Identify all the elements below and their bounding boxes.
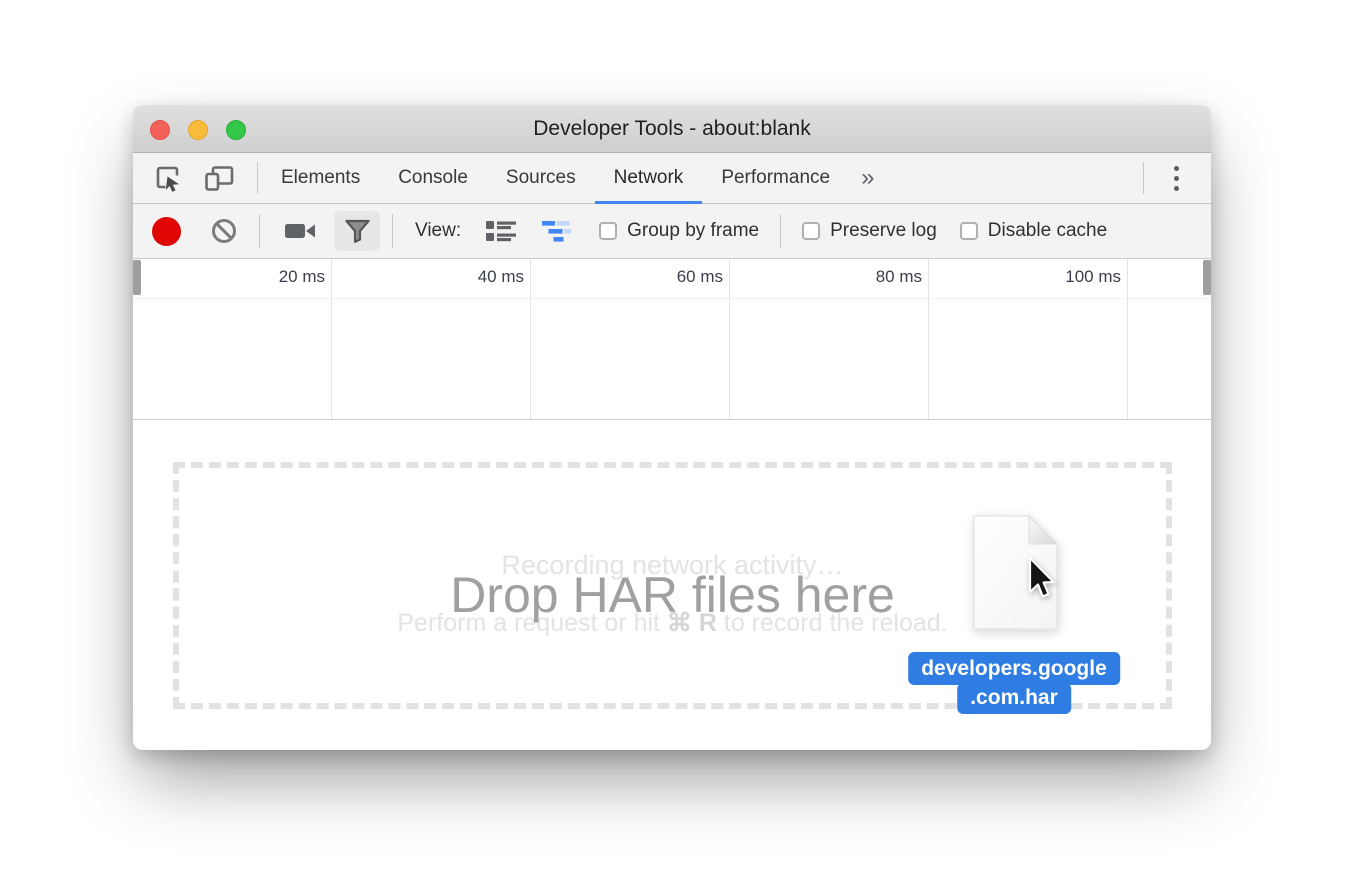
toolbar-divider-1 <box>259 214 260 248</box>
timeline-gridline <box>729 259 730 419</box>
disable-cache-checkbox[interactable] <box>960 222 978 240</box>
tab-sources[interactable]: Sources <box>487 153 595 203</box>
timeline-tick-40ms: 40 ms <box>444 267 524 287</box>
toolbar-divider-3 <box>780 214 781 248</box>
minimize-window-button[interactable] <box>188 120 208 140</box>
dragged-file-label: developers.google .com.har <box>908 652 1120 714</box>
timeline-gridline <box>928 259 929 419</box>
mouse-cursor-icon <box>1025 556 1057 609</box>
right-scrollbar-thumb[interactable] <box>1203 260 1211 295</box>
preserve-log-option: Preserve log <box>802 220 937 242</box>
disable-cache-option: Disable cache <box>960 220 1107 242</box>
zoom-window-button[interactable] <box>226 120 246 140</box>
timeline-tick-60ms: 60 ms <box>643 267 723 287</box>
preserve-log-checkbox[interactable] <box>802 222 820 240</box>
timeline-tick-100ms: 100 ms <box>1041 267 1121 287</box>
tabbar-right-divider <box>1143 162 1144 194</box>
devtools-tab-bar: Elements Console Sources Network Perform… <box>133 153 1211 204</box>
filter-button[interactable] <box>334 211 380 251</box>
preserve-log-label: Preserve log <box>830 220 937 242</box>
har-dropzone[interactable]: Recording network activity… Drop HAR fil… <box>173 462 1172 709</box>
window-title: Developer Tools - about:blank <box>533 117 810 141</box>
device-toolbar-icon[interactable] <box>204 165 235 192</box>
timeline-gridline <box>331 259 332 419</box>
group-by-frame-option: Group by frame <box>599 220 759 242</box>
group-by-frame-checkbox[interactable] <box>599 222 617 240</box>
filter-funnel-icon <box>344 219 371 244</box>
toolbar-divider-2 <box>392 214 393 248</box>
disable-cache-label: Disable cache <box>988 220 1107 242</box>
timeline-tick-80ms: 80 ms <box>842 267 922 287</box>
tab-network[interactable]: Network <box>595 153 703 203</box>
overview-waterfall-icon[interactable] <box>542 221 575 242</box>
clear-icon[interactable] <box>210 217 238 245</box>
timeline-gridline <box>530 259 531 419</box>
view-label: View: <box>415 220 461 242</box>
large-request-rows-icon[interactable] <box>486 221 516 242</box>
timeline-tick-20ms: 20 ms <box>245 267 325 287</box>
kebab-menu-icon[interactable] <box>1168 162 1185 195</box>
screenshot-camera-icon[interactable] <box>284 220 316 242</box>
tab-console[interactable]: Console <box>379 153 487 203</box>
dragged-file-label-line2: .com.har <box>957 683 1071 714</box>
left-scrollbar-thumb[interactable] <box>133 260 141 295</box>
network-toolbar: View: Group by frame <box>133 204 1211 259</box>
traffic-lights <box>150 120 246 140</box>
network-requests-area: 20 ms 40 ms 60 ms 80 ms 100 ms <box>133 259 1211 420</box>
active-tab-underline <box>595 201 703 204</box>
panel-tabs: Elements Console Sources Network Perform… <box>262 153 886 203</box>
tabbar-divider <box>257 162 258 194</box>
devtools-window: Developer Tools - about:blank Elements C… <box>133 105 1211 750</box>
inspect-element-icon[interactable] <box>155 165 182 192</box>
timeline-gridline <box>1127 259 1128 419</box>
tab-elements[interactable]: Elements <box>262 153 379 203</box>
close-window-button[interactable] <box>150 120 170 140</box>
timeline-header-separator <box>133 298 1211 299</box>
group-by-frame-label: Group by frame <box>627 220 759 242</box>
tab-performance[interactable]: Performance <box>702 153 849 203</box>
titlebar: Developer Tools - about:blank <box>133 105 1211 153</box>
network-lower-pane: Recording network activity… Drop HAR fil… <box>133 420 1211 750</box>
dragged-file-label-line1: developers.google <box>908 652 1120 685</box>
more-tabs-chevron-icon[interactable]: » <box>849 153 886 203</box>
record-icon[interactable] <box>152 217 181 246</box>
